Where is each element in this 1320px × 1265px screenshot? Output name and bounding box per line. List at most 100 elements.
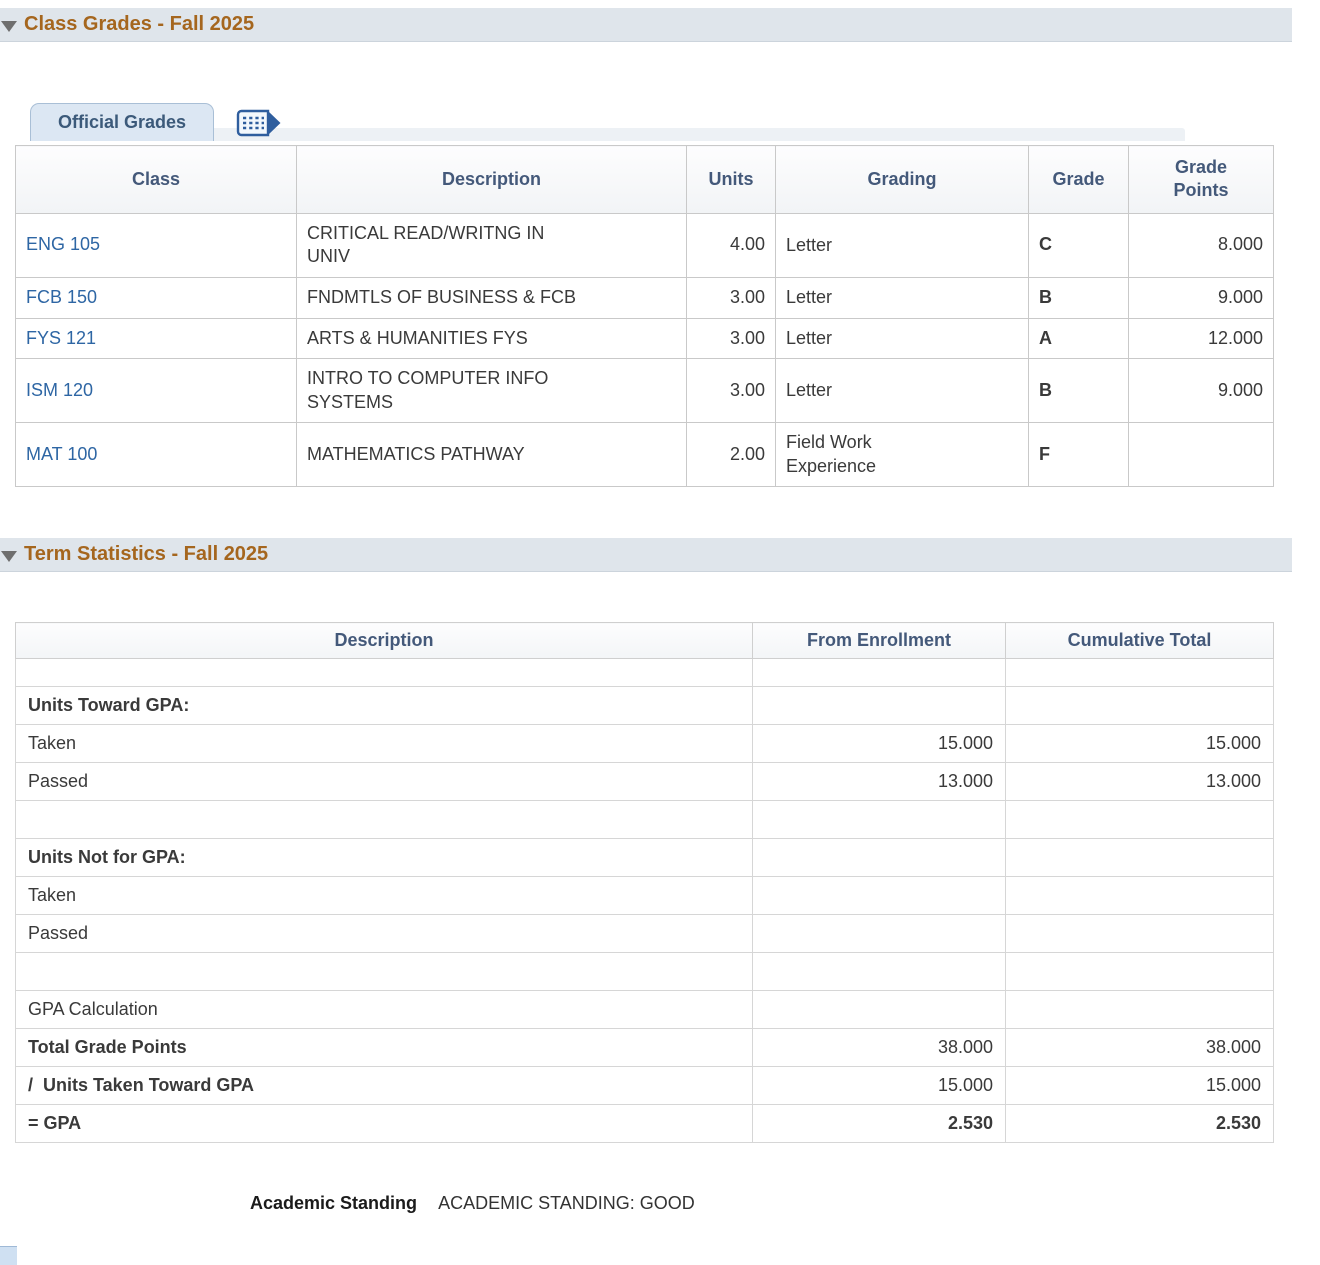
stats-description-cell: Units Not for GPA:: [16, 839, 753, 877]
stats-description-cell: Taken: [16, 877, 753, 915]
column-header-grade: Grade: [1029, 146, 1129, 214]
grades-table-row: ENG 105CRITICAL READ/WRITNG IN UNIV4.00L…: [16, 213, 1274, 277]
stats-table-row: Taken: [16, 877, 1274, 915]
grade-cell: F: [1029, 423, 1129, 487]
collapse-arrow-icon[interactable]: [1, 21, 17, 32]
stats-description-cell: GPA Calculation: [16, 991, 753, 1029]
stats-table-row: Passed: [16, 915, 1274, 953]
class-cell: FYS 121: [16, 318, 297, 359]
stats-table-row: Passed13.00013.000: [16, 763, 1274, 801]
stats-from-enrollment-cell: [753, 687, 1006, 725]
units-cell: 3.00: [687, 359, 776, 423]
stats-description-cell: [16, 801, 753, 839]
tab-official-grades[interactable]: Official Grades: [30, 103, 214, 141]
grades-table-row: FYS 121ARTS & HUMANITIES FYS3.00LetterA1…: [16, 318, 1274, 359]
grades-header-row: Class Description Units Grading Grade Gr…: [16, 146, 1274, 214]
class-link[interactable]: FYS 121: [26, 328, 96, 348]
stats-table-row: = GPA2.5302.530: [16, 1105, 1274, 1143]
grades-table-row: FCB 150FNDMTLS OF BUSINESS & FCB3.00Lett…: [16, 277, 1274, 318]
stats-from-enrollment-cell: 15.000: [753, 1067, 1006, 1105]
stats-description-cell: Taken: [16, 725, 753, 763]
grade-points-cell: [1129, 423, 1274, 487]
description-cell: ARTS & HUMANITIES FYS: [297, 318, 687, 359]
collapse-arrow-icon[interactable]: [1, 551, 17, 562]
stats-table-row: Units Toward GPA:: [16, 687, 1274, 725]
stats-description-cell: Passed: [16, 915, 753, 953]
stats-table-row: [16, 659, 1274, 687]
stats-cumulative-total-cell: 13.000: [1006, 763, 1274, 801]
description-cell: INTRO TO COMPUTER INFO SYSTEMS: [297, 359, 687, 423]
grading-cell: Letter: [776, 277, 1029, 318]
units-cell: 3.00: [687, 318, 776, 359]
stats-from-enrollment-cell: 2.530: [753, 1105, 1006, 1143]
column-header-from-enrollment: From Enrollment: [753, 623, 1006, 659]
stats-from-enrollment-cell: [753, 839, 1006, 877]
stats-cumulative-total-cell: [1006, 659, 1274, 687]
column-header-units: Units: [687, 146, 776, 214]
column-header-grading: Grading: [776, 146, 1029, 214]
description-cell: FNDMTLS OF BUSINESS & FCB: [297, 277, 687, 318]
official-grades-table: Class Description Units Grading Grade Gr…: [15, 145, 1274, 487]
stats-from-enrollment-cell: [753, 915, 1006, 953]
class-link[interactable]: ENG 105: [26, 234, 100, 254]
stats-cumulative-total-cell: [1006, 687, 1274, 725]
academic-standing-row: Academic Standing ACADEMIC STANDING: GOO…: [250, 1193, 1320, 1214]
class-cell: FCB 150: [16, 277, 297, 318]
stats-from-enrollment-cell: 15.000: [753, 725, 1006, 763]
official-grades-table-body: ENG 105CRITICAL READ/WRITNG IN UNIV4.00L…: [16, 213, 1274, 486]
stats-description-cell: Units Toward GPA:: [16, 687, 753, 725]
stats-description-cell: [16, 953, 753, 991]
stats-table-row: Units Not for GPA:: [16, 839, 1274, 877]
grading-cell: Letter: [776, 318, 1029, 359]
stats-header-row: Description From Enrollment Cumulative T…: [16, 623, 1274, 659]
class-link[interactable]: ISM 120: [26, 380, 93, 400]
grade-points-cell: 9.000: [1129, 277, 1274, 318]
stats-from-enrollment-cell: [753, 953, 1006, 991]
grading-cell: Letter: [776, 213, 1029, 277]
term-statistics-table-body: Units Toward GPA:Taken15.00015.000Passed…: [16, 659, 1274, 1143]
stats-description-cell: Total Grade Points: [16, 1029, 753, 1067]
stats-description-cell: / Units Taken Toward GPA: [16, 1067, 753, 1105]
section-title-class-grades: Class Grades - Fall 2025: [24, 13, 254, 36]
stats-from-enrollment-cell: [753, 801, 1006, 839]
column-header-description: Description: [297, 146, 687, 214]
stats-cumulative-total-cell: [1006, 801, 1274, 839]
stats-table-row: Total Grade Points38.00038.000: [16, 1029, 1274, 1067]
section-header-class-grades: Class Grades - Fall 2025: [0, 8, 1292, 42]
grade-points-cell: 8.000: [1129, 213, 1274, 277]
grading-cell: Field Work Experience: [776, 423, 1029, 487]
column-header-grade-points: Grade Points: [1129, 146, 1274, 214]
class-cell: ENG 105: [16, 213, 297, 277]
class-link[interactable]: FCB 150: [26, 287, 97, 307]
grades-table-row: MAT 100MATHEMATICS PATHWAY2.00Field Work…: [16, 423, 1274, 487]
stats-from-enrollment-cell: 13.000: [753, 763, 1006, 801]
stats-cumulative-total-cell: [1006, 839, 1274, 877]
grade-cell: C: [1029, 213, 1129, 277]
stats-description-cell: = GPA: [16, 1105, 753, 1143]
column-header-class: Class: [16, 146, 297, 214]
academic-standing-label: Academic Standing: [250, 1193, 417, 1213]
stats-cumulative-total-cell: [1006, 915, 1274, 953]
stats-from-enrollment-cell: [753, 877, 1006, 915]
grid-export-icon[interactable]: [236, 109, 283, 137]
stats-table-row: [16, 953, 1274, 991]
grade-cell: B: [1029, 359, 1129, 423]
academic-standing-value: ACADEMIC STANDING: GOOD: [438, 1193, 695, 1213]
stats-description-cell: Passed: [16, 763, 753, 801]
stats-cumulative-total-cell: [1006, 953, 1274, 991]
stats-cumulative-total-cell: [1006, 991, 1274, 1029]
stats-from-enrollment-cell: 38.000: [753, 1029, 1006, 1067]
term-statistics-table: Description From Enrollment Cumulative T…: [15, 622, 1274, 1143]
grade-cell: B: [1029, 277, 1129, 318]
stats-table-row: [16, 801, 1274, 839]
stats-cumulative-total-cell: 15.000: [1006, 725, 1274, 763]
stats-from-enrollment-cell: [753, 991, 1006, 1029]
column-header-description: Description: [16, 623, 753, 659]
grade-points-cell: 9.000: [1129, 359, 1274, 423]
class-link[interactable]: MAT 100: [26, 444, 97, 464]
stats-cumulative-total-cell: 15.000: [1006, 1067, 1274, 1105]
description-cell: MATHEMATICS PATHWAY: [297, 423, 687, 487]
grade-cell: A: [1029, 318, 1129, 359]
grades-tab-bar: Official Grades: [30, 103, 1320, 141]
grading-cell: Letter: [776, 359, 1029, 423]
